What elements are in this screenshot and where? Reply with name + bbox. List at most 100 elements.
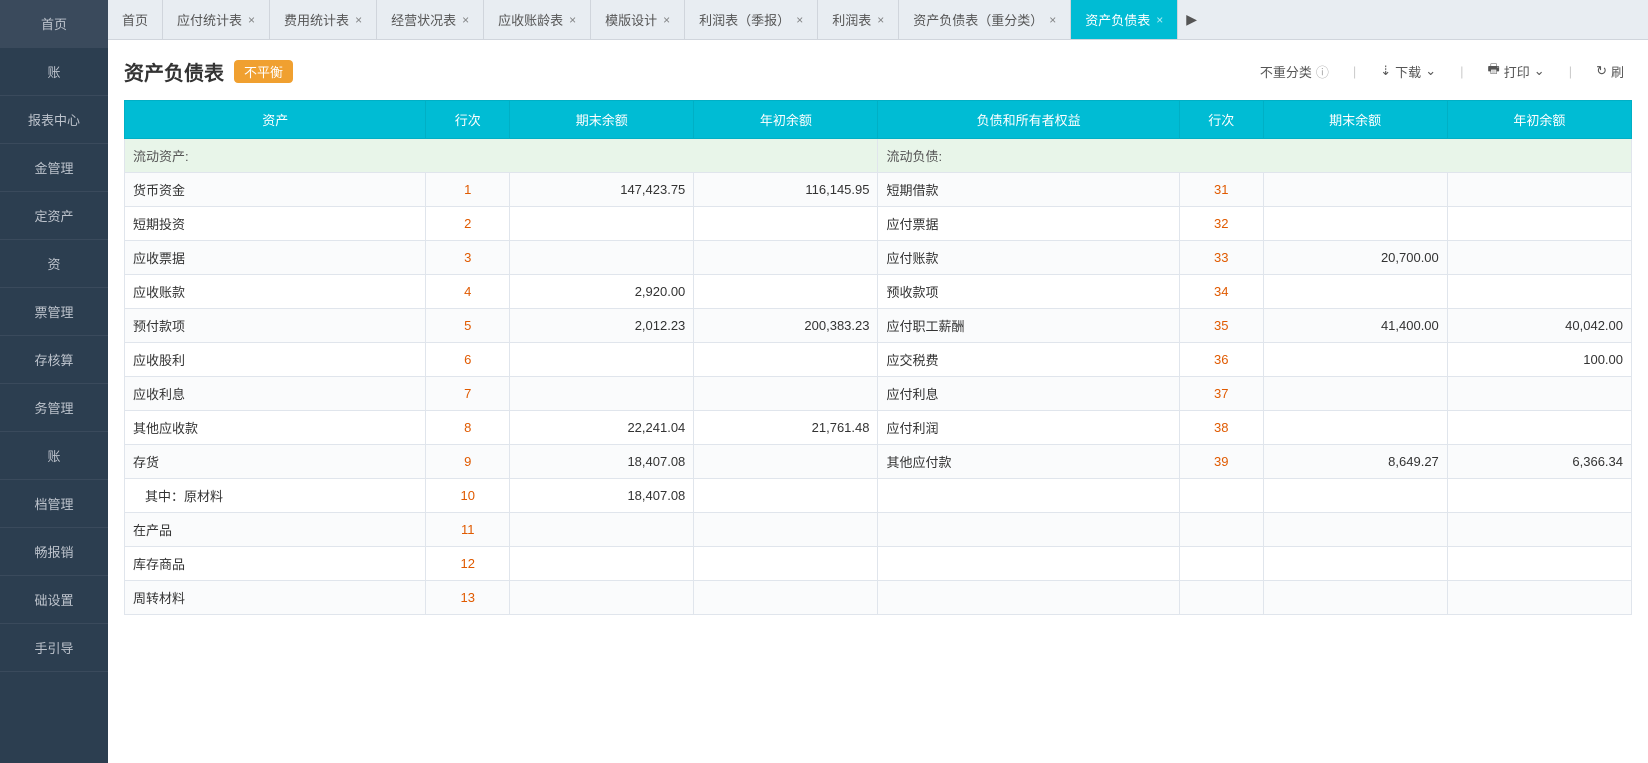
liability-end-balance [1263,581,1447,615]
sidebar-item-settings[interactable]: 础设置 [0,576,108,624]
table-row: 其他应收款 8 22,241.04 21,761.48 应付利润 38 [125,411,1632,445]
liability-end-balance: 8,649.27 [1263,445,1447,479]
liability-name: 应付利息 [878,377,1179,411]
liability-end-balance: 20,700.00 [1263,241,1447,275]
sidebar-item-reports[interactable]: 报表中心 [0,96,108,144]
asset-begin-balance: 21,761.48 [694,411,878,445]
liability-begin-balance [1447,581,1631,615]
sidebar-item-home[interactable]: 首页 [0,0,108,48]
tab-scroll-right[interactable]: ▶ [1178,0,1205,40]
sidebar-item-tickets[interactable]: 票管理 [0,288,108,336]
col-row-num-right: 行次 [1179,101,1263,139]
liability-name: 应交税费 [878,343,1179,377]
liability-begin-balance [1447,513,1631,547]
sep3: | [1569,64,1572,79]
asset-row-num: 11 [426,513,510,547]
col-begin-balance-right: 年初余额 [1447,101,1631,139]
col-end-balance-right: 期末余额 [1263,101,1447,139]
classify-btn[interactable]: 不重分类 ⓘ [1252,58,1337,85]
sidebar-item-investment[interactable]: 资 [0,240,108,288]
asset-row-num: 10 [426,479,510,513]
tab-close-template[interactable]: × [663,13,670,27]
asset-name: 在产品 [125,513,426,547]
asset-row-num: 12 [426,547,510,581]
asset-row-num: 5 [426,309,510,343]
asset-name: 其他应收款 [125,411,426,445]
tab-profit-quarterly[interactable]: 利润表（季报） × [685,0,818,40]
table-row: 其中：原材料 10 18,407.08 [125,479,1632,513]
liability-begin-balance: 6,366.34 [1447,445,1631,479]
tab-close-profit-quarterly[interactable]: × [796,13,803,27]
tab-balance[interactable]: 资产负债表 × [1071,0,1178,40]
sidebar-item-fixed-assets[interactable]: 定资产 [0,192,108,240]
tab-balance-reclassified[interactable]: 资产负债表（重分类） × [899,0,1071,40]
liability-end-balance [1263,275,1447,309]
download-icon: ⇣ [1380,63,1391,79]
liability-row-num: 31 [1179,173,1263,207]
liability-begin-balance [1447,275,1631,309]
tab-operations[interactable]: 经营状况表 × [377,0,484,40]
print-btn[interactable]: 🖶 打印 ⌄ [1479,56,1552,86]
liability-begin-balance [1447,479,1631,513]
col-row-num-left: 行次 [426,101,510,139]
sidebar-item-archive[interactable]: 档管理 [0,480,108,528]
tab-home[interactable]: 首页 [108,0,163,40]
download-btn[interactable]: ⇣ 下载 ⌄ [1372,58,1444,85]
tab-close-ap-stats[interactable]: × [248,13,255,27]
asset-end-balance: 2,920.00 [510,275,694,309]
table-row: 在产品 11 [125,513,1632,547]
tab-close-balance[interactable]: × [1156,13,1163,27]
refresh-btn[interactable]: ↻ 刷 [1588,58,1632,85]
tab-close-expense-stats[interactable]: × [355,13,362,27]
print-chevron-icon: ⌄ [1534,63,1545,79]
sidebar-item-tax[interactable]: 务管理 [0,384,108,432]
print-icon: 🖶 [1487,60,1499,82]
content-area: 资产负债表 不平衡 不重分类 ⓘ | ⇣ 下载 ⌄ | 🖶 打印 ⌄ [108,40,1648,763]
asset-row-num: 3 [426,241,510,275]
asset-end-balance: 18,407.08 [510,445,694,479]
page-header: 资产负债表 不平衡 不重分类 ⓘ | ⇣ 下载 ⌄ | 🖶 打印 ⌄ [124,56,1632,86]
liability-name [878,547,1179,581]
liability-name: 应付票据 [878,207,1179,241]
sidebar-item-account[interactable]: 账 [0,48,108,96]
sidebar-item-inventory[interactable]: 存核算 [0,336,108,384]
tab-ar-aging[interactable]: 应收账龄表 × [484,0,591,40]
sidebar-item-guide[interactable]: 手引导 [0,624,108,672]
main-area: 首页 应付统计表 × 费用统计表 × 经营状况表 × 应收账龄表 × 模版设计 … [108,0,1648,763]
tab-profit[interactable]: 利润表 × [818,0,899,40]
tab-close-profit[interactable]: × [877,13,884,27]
liability-end-balance [1263,513,1447,547]
liability-row-num [1179,581,1263,615]
tab-expense-stats[interactable]: 费用统计表 × [270,0,377,40]
tab-ap-stats[interactable]: 应付统计表 × [163,0,270,40]
asset-end-balance [510,581,694,615]
tab-template[interactable]: 模版设计 × [591,0,685,40]
table-row: 周转材料 13 [125,581,1632,615]
sidebar-item-funds[interactable]: 金管理 [0,144,108,192]
tab-close-operations[interactable]: × [462,13,469,27]
liability-row-num [1179,513,1263,547]
table-row: 库存商品 12 [125,547,1632,581]
table-row: 预付款项 5 2,012.23 200,383.23 应付职工薪酬 35 41,… [125,309,1632,343]
asset-end-balance [510,513,694,547]
liability-name: 应付利润 [878,411,1179,445]
sep1: | [1353,64,1356,79]
sidebar-item-expense[interactable]: 畅报销 [0,528,108,576]
asset-begin-balance [694,241,878,275]
liability-end-balance [1263,173,1447,207]
asset-end-balance [510,547,694,581]
col-assets: 资产 [125,101,426,139]
sidebar-item-ledger[interactable]: 账 [0,432,108,480]
table-row: 货币资金 1 147,423.75 116,145.95 短期借款 31 [125,173,1632,207]
liability-row-num: 38 [1179,411,1263,445]
liability-end-balance [1263,547,1447,581]
tab-close-ar-aging[interactable]: × [569,13,576,27]
asset-row-num: 4 [426,275,510,309]
report-table: 资产 行次 期末余额 年初余额 负债和所有者权益 行次 期末余额 年初余额 流动… [124,100,1632,615]
asset-row-num: 8 [426,411,510,445]
asset-row-num: 7 [426,377,510,411]
asset-end-balance: 147,423.75 [510,173,694,207]
tab-close-balance-reclassified[interactable]: × [1049,13,1056,27]
table-row: 应收账款 4 2,920.00 预收款项 34 [125,275,1632,309]
liability-name [878,479,1179,513]
